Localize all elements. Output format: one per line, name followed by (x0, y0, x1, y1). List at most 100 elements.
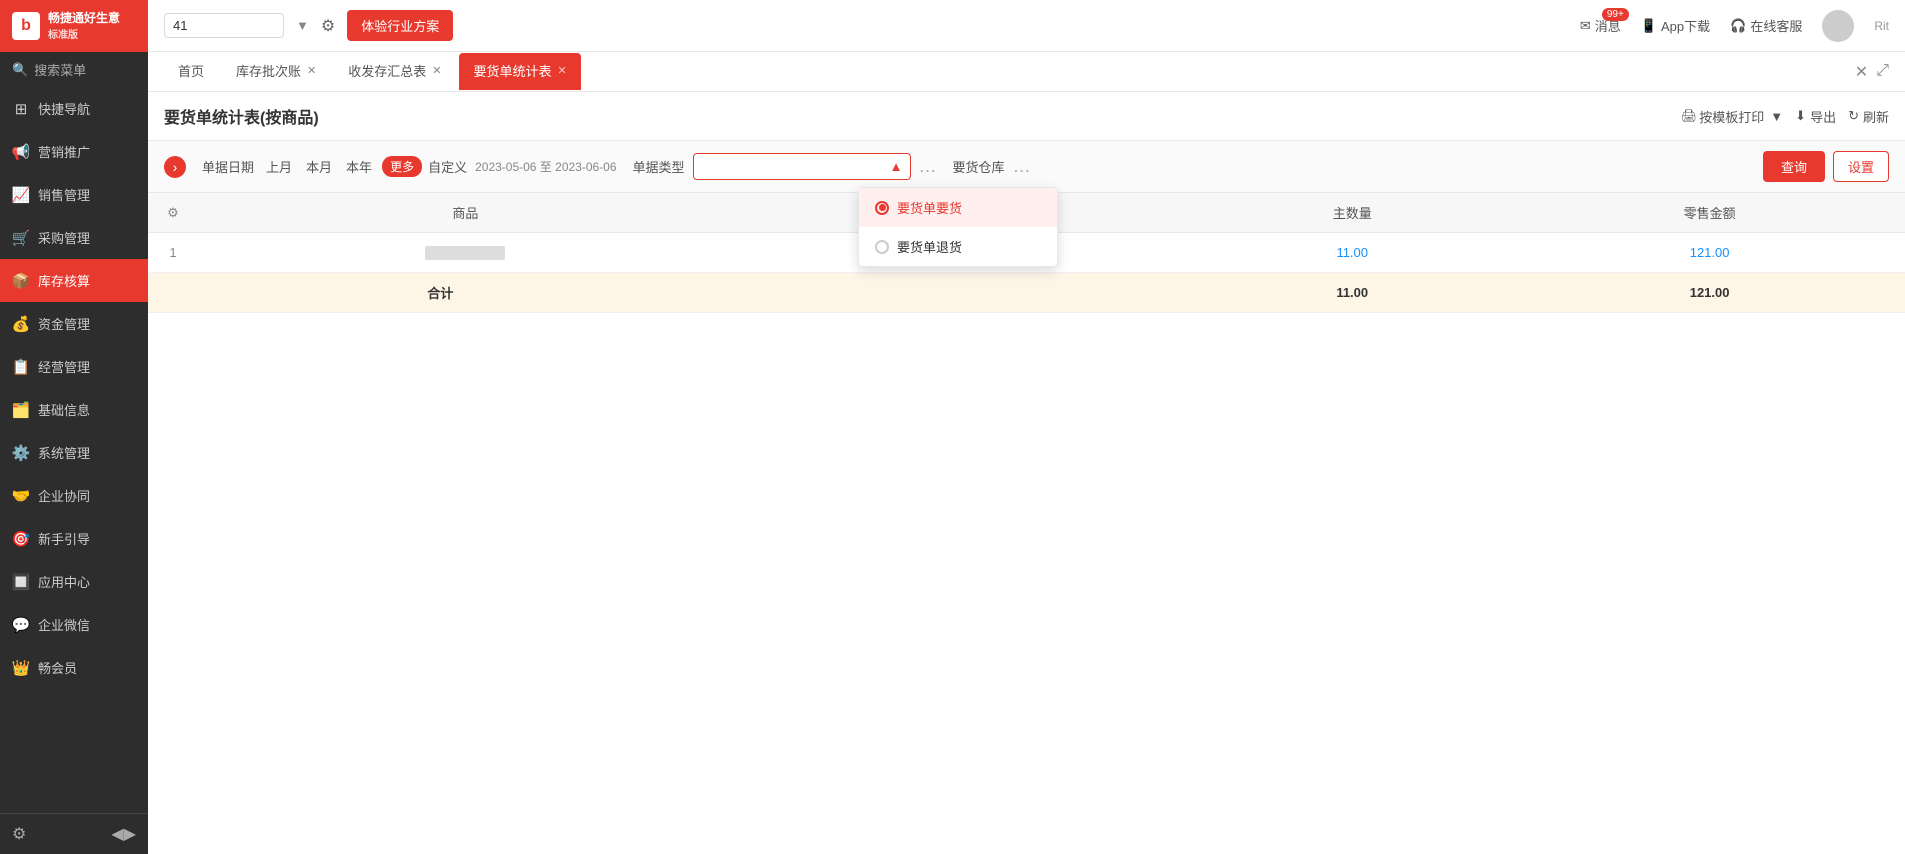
date-btn-custom[interactable]: 自定义 (428, 157, 467, 176)
sidebar-item-vip[interactable]: 👑 畅会员 (0, 646, 148, 689)
collapse-icon[interactable]: ◀▶ (111, 824, 136, 844)
online-service-icon: 🎧 (1730, 18, 1746, 34)
date-range-display: 2023-05-06 至 2023-06-06 (475, 158, 616, 175)
tab-batch-accounts-close[interactable]: ✕ (307, 64, 316, 77)
tab-order-stats-close[interactable]: ✕ (558, 64, 567, 77)
tab-receipt-summary-label: 收发存汇总表 (348, 61, 426, 80)
search-icon: 🔍 (12, 62, 28, 78)
header-input[interactable] (164, 13, 284, 38)
row-num: 1 (148, 233, 198, 273)
basic-icon: 🗂️ (12, 401, 30, 419)
row-amount-link[interactable]: 121.00 (1690, 245, 1730, 260)
header-dropdown-icon[interactable]: ▼ (296, 18, 309, 33)
purchase-icon: 🛒 (12, 229, 30, 247)
app-logo: b 畅捷通好生意 标准版 (0, 0, 148, 52)
sidebar-item-label: 畅会员 (38, 658, 77, 677)
sidebar-item-label: 营销推广 (38, 142, 90, 161)
date-btn-7days[interactable]: 更多 (382, 156, 422, 177)
sidebar-item-quick-nav[interactable]: ⊞ 快捷导航 (0, 87, 148, 130)
tab-actions: ✕ ⤢ (1855, 62, 1889, 82)
close-all-tabs-button[interactable]: ✕ (1855, 62, 1868, 82)
user-name: Rit (1874, 19, 1889, 33)
sidebar-item-guide[interactable]: 🎯 新手引导 (0, 517, 148, 560)
tab-order-stats[interactable]: 要货单统计表 ✕ (459, 53, 580, 90)
type-select-input[interactable] (693, 153, 911, 180)
wechat-icon: 💬 (12, 616, 30, 634)
refresh-button[interactable]: ↻ 刷新 (1848, 107, 1889, 126)
warehouse-filter-group: 要货仓库 … (953, 156, 1031, 177)
sidebar-item-inventory[interactable]: 📦 库存核算 (0, 259, 148, 302)
warehouse-filter-more-button[interactable]: … (1013, 156, 1031, 177)
logo-icon: b (12, 12, 40, 40)
date-filter-label: 单据日期 (202, 157, 254, 176)
quick-nav-icon: ⊞ (12, 100, 30, 118)
date-filter-group: 单据日期 上月 本月 本年 更多 自定义 2023-05-06 至 2023-0… (202, 155, 617, 178)
type-filter-label: 单据类型 (633, 157, 685, 176)
cooperation-icon: 🤝 (12, 487, 30, 505)
trial-button[interactable]: 体验行业方案 (347, 10, 453, 41)
sidebar-item-label: 企业协同 (38, 486, 90, 505)
type-filter-more-button[interactable]: … (919, 156, 937, 177)
summary-row: 合计 11.00 121.00 (148, 273, 1905, 313)
messages-button[interactable]: ✉ 消息 99+ (1580, 16, 1621, 35)
export-button[interactable]: ⬇ 导出 (1795, 107, 1836, 126)
sidebar-item-marketing[interactable]: 📢 营销推广 (0, 130, 148, 173)
date-btn-this-month[interactable]: 本月 (302, 155, 336, 178)
sidebar-item-system[interactable]: ⚙️ 系统管理 (0, 431, 148, 474)
tab-home[interactable]: 首页 (164, 53, 218, 90)
warehouse-filter-label: 要货仓库 (953, 157, 1005, 176)
tab-batch-accounts[interactable]: 库存批次账 ✕ (222, 53, 330, 90)
type-filter-group: 单据类型 ▲ … (633, 153, 937, 180)
sidebar-item-app-center[interactable]: 🔲 应用中心 (0, 560, 148, 603)
print-label: 按模板打印 (1699, 107, 1764, 126)
sidebar-item-label: 基础信息 (38, 400, 90, 419)
print-button[interactable]: 🖨 按模板打印 ▼ (1681, 107, 1783, 126)
search-menu-label: 搜索菜单 (34, 60, 86, 79)
vip-icon: 👑 (12, 659, 30, 677)
sidebar-item-label: 应用中心 (38, 572, 90, 591)
message-icon: ✉ (1580, 18, 1591, 34)
filter-expand-button[interactable]: › (164, 156, 186, 178)
online-service-button[interactable]: 🎧 在线客服 (1730, 16, 1802, 35)
dropdown-item-radio-empty (875, 240, 889, 254)
finance-icon: 💰 (12, 315, 30, 333)
page-area: 要货单统计表(按商品) 🖨 按模板打印 ▼ ⬇ 导出 ↻ 刷新 › (148, 92, 1905, 854)
sidebar-item-finance[interactable]: 💰 资金管理 (0, 302, 148, 345)
th-settings[interactable]: ⚙ (148, 193, 198, 233)
th-amount: 零售金额 (1514, 193, 1905, 233)
sidebar-item-basic[interactable]: 🗂️ 基础信息 (0, 388, 148, 431)
user-avatar[interactable] (1822, 10, 1854, 42)
sidebar-item-operation[interactable]: 📋 经营管理 (0, 345, 148, 388)
app-name: 畅捷通好生意 (48, 11, 120, 25)
header-gear-button[interactable]: ⚙ (321, 16, 335, 36)
settings-button[interactable]: 设置 (1833, 151, 1889, 182)
sidebar-item-label: 销售管理 (38, 185, 90, 204)
operation-icon: 📋 (12, 358, 30, 376)
row-quantity-link[interactable]: 11.00 (1336, 245, 1368, 260)
sidebar-item-label: 企业微信 (38, 615, 90, 634)
main-content: ▼ ⚙ 体验行业方案 ✉ 消息 99+ 📱 App下载 🎧 在线客服 Rit (148, 0, 1905, 854)
filter-area: › 单据日期 上月 本月 本年 更多 自定义 2023-05-06 至 2023… (148, 140, 1905, 193)
expand-tab-button[interactable]: ⤢ (1876, 62, 1889, 82)
app-download-button[interactable]: 📱 App下载 (1641, 16, 1710, 35)
sidebar-item-purchase[interactable]: 🛒 采购管理 (0, 216, 148, 259)
online-service-label: 在线客服 (1750, 16, 1802, 35)
sidebar-item-wechat[interactable]: 💬 企业微信 (0, 603, 148, 646)
dropdown-item-order-return[interactable]: 要货单退货 (859, 227, 1057, 266)
date-btn-this-year[interactable]: 本年 (342, 155, 376, 178)
dropdown-item-order-goods[interactable]: 要货单要货 (859, 188, 1057, 227)
sidebar-nav: ⊞ 快捷导航 📢 营销推广 📈 销售管理 🛒 采购管理 📦 库存核算 💰 资金管… (0, 87, 148, 813)
tab-receipt-summary-close[interactable]: ✕ (432, 64, 441, 77)
table-settings-icon[interactable]: ⚙ (167, 205, 179, 220)
header: ▼ ⚙ 体验行业方案 ✉ 消息 99+ 📱 App下载 🎧 在线客服 Rit (148, 0, 1905, 52)
sidebar-item-cooperation[interactable]: 🤝 企业协同 (0, 474, 148, 517)
date-btn-last-month[interactable]: 上月 (262, 155, 296, 178)
query-button[interactable]: 查询 (1763, 151, 1825, 182)
search-menu[interactable]: 🔍 搜索菜单 (0, 52, 148, 87)
tab-receipt-summary[interactable]: 收发存汇总表 ✕ (334, 53, 455, 90)
sidebar-item-sales[interactable]: 📈 销售管理 (0, 173, 148, 216)
row-quantity: 11.00 (1190, 233, 1514, 273)
row-product (198, 233, 733, 273)
summary-label-cell: 合计 (148, 273, 733, 313)
settings-icon[interactable]: ⚙ (12, 824, 26, 844)
